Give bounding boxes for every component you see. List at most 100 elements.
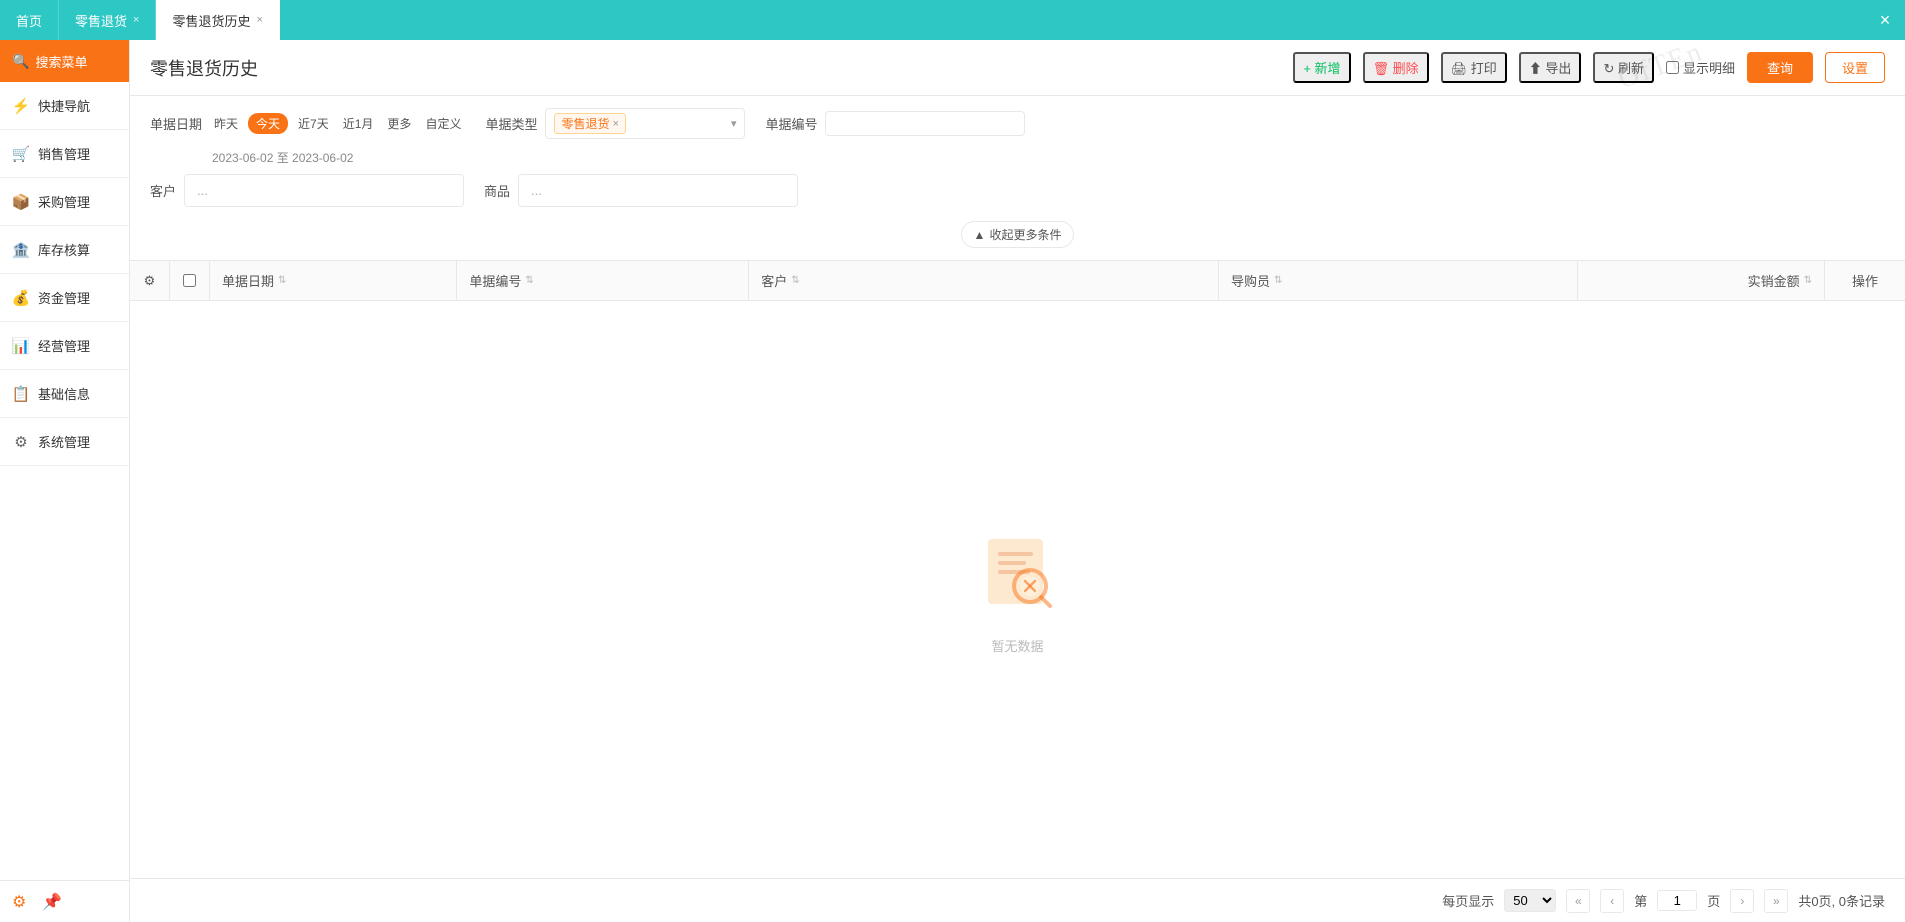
per-page-select[interactable]: 2050100 bbox=[1504, 889, 1556, 912]
sidebar-search-button[interactable]: 🔍 搜索菜单 bbox=[0, 40, 129, 82]
th-customer-sort-icon: ⇅ bbox=[791, 275, 799, 286]
sidebar-item-system-mgmt[interactable]: ⚙ 系统管理 bbox=[0, 418, 129, 466]
th-number[interactable]: 单据编号 ⇅ bbox=[457, 261, 749, 300]
collapse-button[interactable]: ▲ 收起更多条件 bbox=[961, 221, 1075, 248]
collapse-icon: ▲ bbox=[974, 228, 986, 242]
goods-select[interactable]: ... bbox=[518, 174, 798, 207]
menu-label-system-mgmt: 系统管理 bbox=[38, 432, 90, 451]
doctype-chevron-icon: ▾ bbox=[731, 117, 737, 130]
menu-icon-operation: 📊 bbox=[12, 337, 30, 355]
page-header: 零售退货历史 + 新增 🗑 删除 🖨 打印 ⬆ 导出 ↻ 刷新 显示明细 查询 … bbox=[130, 40, 1905, 96]
new-button[interactable]: + 新增 bbox=[1293, 52, 1350, 83]
sidebar-menu: ⚡ 快捷导航 🛒 销售管理 📦采购管理 🏦 库存核算 💰资金管理 📊 经营管理 📋基础信息 ⚙ 系统管理 bbox=[0, 82, 129, 880]
table-area: ⚙ 单据日期 ⇅ 单据编号 ⇅ 客户 ⇅ 导购员 bbox=[130, 261, 1905, 878]
customer-select[interactable]: ... bbox=[184, 174, 464, 207]
sidebar-pin-icon[interactable]: 📌 bbox=[42, 892, 62, 912]
menu-icon-quick-nav: ⚡ bbox=[12, 97, 30, 115]
export-button[interactable]: ⬆ 导出 bbox=[1519, 52, 1582, 83]
delete-button[interactable]: 🗑 删除 bbox=[1363, 52, 1429, 83]
sidebar-item-inventory[interactable]: 🏦 库存核算 bbox=[0, 226, 129, 274]
docnumber-input[interactable] bbox=[825, 111, 1025, 136]
docnumber-filter: 单据编号 bbox=[765, 111, 1025, 136]
search-icon: 🔍 bbox=[12, 53, 29, 70]
window-close-button[interactable]: × bbox=[1865, 0, 1905, 40]
tab-retail-return-history[interactable]: 零售退货历史 × bbox=[156, 0, 279, 40]
th-amount-sort-icon: ⇅ bbox=[1804, 275, 1812, 286]
menu-icon-finance: 💰 bbox=[12, 289, 30, 307]
sidebar-bottom: ⚙ 📌 bbox=[0, 880, 129, 922]
filter-area: 单据日期 昨天今天近7天近1月更多自定义 单据类型 零售退货 × ▾ bbox=[130, 96, 1905, 261]
date-filter: 单据日期 昨天今天近7天近1月更多自定义 bbox=[150, 113, 465, 134]
menu-label-inventory: 库存核算 bbox=[38, 240, 90, 259]
page-title: 零售退货历史 bbox=[150, 55, 258, 81]
customer-ellipsis[interactable]: ... bbox=[193, 179, 212, 202]
table-header: ⚙ 单据日期 ⇅ 单据编号 ⇅ 客户 ⇅ 导购员 bbox=[130, 261, 1905, 301]
date-shortcut-自定义[interactable]: 自定义 bbox=[421, 113, 465, 134]
th-guide-sort-icon: ⇅ bbox=[1274, 275, 1282, 286]
refresh-button[interactable]: ↻ 刷新 bbox=[1593, 52, 1654, 83]
query-button[interactable]: 查询 bbox=[1747, 52, 1813, 83]
menu-label-operation: 经营管理 bbox=[38, 336, 90, 355]
th-settings[interactable]: ⚙ bbox=[130, 261, 170, 300]
th-date[interactable]: 单据日期 ⇅ bbox=[210, 261, 457, 300]
menu-label-sales-mgmt: 销售管理 bbox=[38, 144, 90, 163]
doctype-tag: 零售退货 × bbox=[554, 113, 625, 134]
sidebar-item-basic-info[interactable]: 📋基础信息 bbox=[0, 370, 129, 418]
goods-ellipsis[interactable]: ... bbox=[527, 179, 546, 202]
menu-label-quick-nav: 快捷导航 bbox=[38, 96, 90, 115]
first-page-button[interactable]: « bbox=[1566, 889, 1590, 913]
sidebar-item-finance[interactable]: 💰资金管理 bbox=[0, 274, 129, 322]
empty-state: 暂无数据 bbox=[130, 301, 1905, 878]
header-actions: + 新增 🗑 删除 🖨 打印 ⬆ 导出 ↻ 刷新 显示明细 查询 设置 bbox=[1293, 52, 1885, 83]
th-number-label: 单据编号 bbox=[469, 271, 521, 290]
th-check[interactable] bbox=[170, 261, 210, 300]
page-suffix: 页 bbox=[1707, 891, 1720, 910]
menu-icon-sales-mgmt: 🛒 bbox=[12, 145, 30, 163]
date-filter-label: 单据日期 bbox=[150, 114, 202, 133]
settings-button[interactable]: 设置 bbox=[1825, 52, 1885, 83]
date-shortcut-今天[interactable]: 今天 bbox=[248, 113, 288, 134]
main-layout: 🔍 搜索菜单 ⚡ 快捷导航 🛒 销售管理 📦采购管理 🏦 库存核算 💰资金管理 📊 经营管理 📋基础… bbox=[0, 40, 1905, 922]
menu-label-purchase-mgmt: 采购管理 bbox=[38, 192, 90, 211]
show-detail-checkbox-label[interactable]: 显示明细 bbox=[1666, 58, 1735, 77]
th-guide-label: 导购员 bbox=[1231, 271, 1270, 290]
sidebar-settings-icon[interactable]: ⚙ bbox=[12, 892, 26, 912]
sidebar-search-label: 搜索菜单 bbox=[35, 52, 87, 71]
tab-close-retail-return[interactable]: × bbox=[133, 14, 139, 26]
page-input[interactable] bbox=[1657, 890, 1697, 911]
tab-close-retail-return-history[interactable]: × bbox=[256, 14, 262, 26]
show-detail-checkbox[interactable] bbox=[1666, 61, 1679, 74]
total-info: 共0页, 0条记录 bbox=[1798, 891, 1885, 910]
sidebar-item-operation[interactable]: 📊 经营管理 bbox=[0, 322, 129, 370]
th-guide[interactable]: 导购员 ⇅ bbox=[1219, 261, 1578, 300]
date-shortcut-昨天[interactable]: 昨天 bbox=[210, 113, 242, 134]
date-shortcuts: 昨天今天近7天近1月更多自定义 bbox=[210, 113, 465, 134]
goods-filter-label: 商品 bbox=[484, 181, 510, 200]
print-button[interactable]: 🖨 打印 bbox=[1441, 52, 1507, 83]
tab-retail-return[interactable]: 零售退货 × bbox=[59, 0, 156, 40]
th-customer[interactable]: 客户 ⇅ bbox=[749, 261, 1219, 300]
select-all-checkbox[interactable] bbox=[183, 274, 196, 287]
sidebar-item-sales-mgmt[interactable]: 🛒 销售管理 bbox=[0, 130, 129, 178]
doctype-select[interactable]: 零售退货 × ▾ bbox=[545, 108, 745, 139]
th-date-sort-icon: ⇅ bbox=[278, 275, 286, 286]
doctype-tag-close[interactable]: × bbox=[612, 118, 618, 130]
empty-icon bbox=[968, 524, 1068, 624]
date-shortcut-近7天[interactable]: 近7天 bbox=[294, 113, 333, 134]
date-shortcut-更多[interactable]: 更多 bbox=[383, 113, 415, 134]
tab-home[interactable]: 首页 bbox=[0, 0, 59, 40]
top-bar: 首页零售退货 ×零售退货历史 × × bbox=[0, 0, 1905, 40]
last-page-button[interactable]: » bbox=[1764, 889, 1788, 913]
doctype-filter-label: 单据类型 bbox=[485, 114, 537, 133]
sidebar-item-quick-nav[interactable]: ⚡ 快捷导航 bbox=[0, 82, 129, 130]
customer-filter-label: 客户 bbox=[150, 181, 176, 200]
th-amount[interactable]: 实销金额 ⇅ bbox=[1578, 261, 1825, 300]
filter-row-2: 客户 ... 商品 ... bbox=[150, 174, 1885, 207]
prev-page-button[interactable]: ‹ bbox=[1600, 889, 1624, 913]
next-page-button[interactable]: › bbox=[1730, 889, 1754, 913]
sidebar-item-purchase-mgmt[interactable]: 📦采购管理 bbox=[0, 178, 129, 226]
doctype-tag-text: 零售退货 bbox=[561, 115, 609, 132]
menu-icon-system-mgmt: ⚙ bbox=[12, 433, 30, 451]
menu-icon-inventory: 🏦 bbox=[12, 241, 30, 259]
date-shortcut-近1月[interactable]: 近1月 bbox=[339, 113, 378, 134]
